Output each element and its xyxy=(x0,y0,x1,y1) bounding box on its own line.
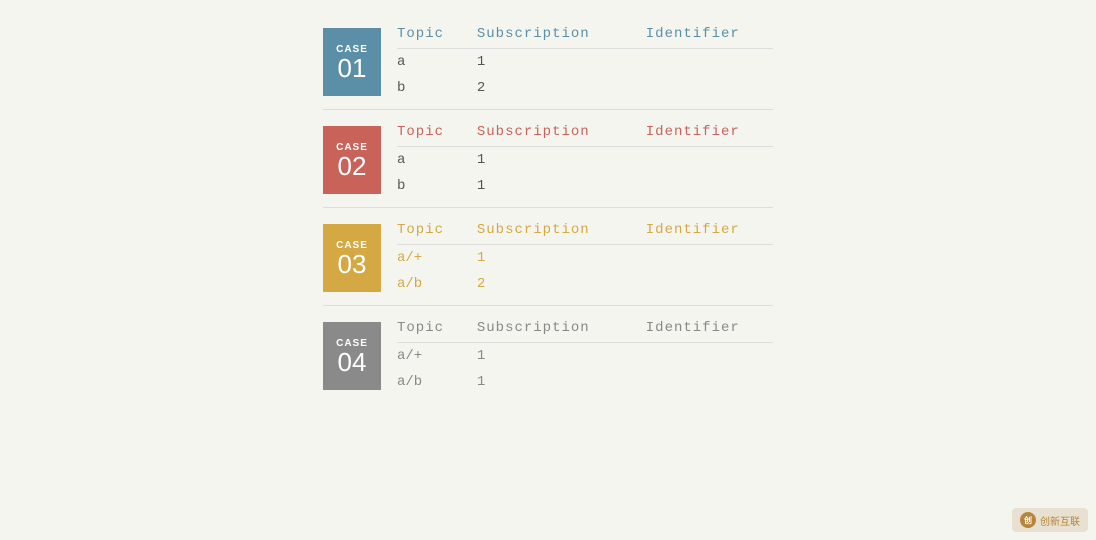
case-table-4: TopicSubscriptionIdentifiera/+1a/b1 xyxy=(397,314,773,395)
table-header-cell: Identifier xyxy=(646,118,773,147)
table-cell xyxy=(646,75,773,101)
table-header-cell: Topic xyxy=(397,118,477,147)
watermark-icon: 创 xyxy=(1020,512,1036,528)
table-cell: a/b xyxy=(397,271,477,297)
case-divider xyxy=(323,207,773,208)
table-cell xyxy=(646,245,773,272)
table-header-cell: Subscription xyxy=(477,20,646,49)
table-cell: 2 xyxy=(477,271,646,297)
table-cell: b xyxy=(397,173,477,199)
table-cell: 1 xyxy=(477,245,646,272)
table-cell: a/+ xyxy=(397,245,477,272)
watermark-symbol: 创 xyxy=(1024,515,1032,526)
case-divider xyxy=(323,109,773,110)
table-cell: 1 xyxy=(477,369,646,395)
table-cell: 1 xyxy=(477,343,646,370)
table-row: a1 xyxy=(397,49,773,76)
case-table-1: TopicSubscriptionIdentifiera1b2 xyxy=(397,20,773,101)
case-number-2: 02 xyxy=(338,153,367,179)
case-block-4: CASE04TopicSubscriptionIdentifiera/+1a/b… xyxy=(323,314,773,395)
table-row: a1 xyxy=(397,147,773,174)
table-cell: a/b xyxy=(397,369,477,395)
table-row: a/+1 xyxy=(397,245,773,272)
main-container: CASE01TopicSubscriptionIdentifiera1b2CAS… xyxy=(0,0,1096,415)
table-cell: a xyxy=(397,147,477,174)
table-header-cell: Topic xyxy=(397,216,477,245)
case-table-2: TopicSubscriptionIdentifiera1b1 xyxy=(397,118,773,199)
table-cell: b xyxy=(397,75,477,101)
case-divider xyxy=(323,305,773,306)
table-header-cell: Subscription xyxy=(477,118,646,147)
table-header-cell: Topic xyxy=(397,20,477,49)
table-row: b1 xyxy=(397,173,773,199)
case-block-3: CASE03TopicSubscriptionIdentifiera/+1a/b… xyxy=(323,216,773,297)
case-badge-2: CASE02 xyxy=(323,126,381,194)
table-header-cell: Identifier xyxy=(646,20,773,49)
table-cell: a xyxy=(397,49,477,76)
table-cell: 2 xyxy=(477,75,646,101)
table-cell: 1 xyxy=(477,49,646,76)
watermark: 创 创新互联 xyxy=(1012,508,1088,532)
table-row: a/b2 xyxy=(397,271,773,297)
case-number-4: 04 xyxy=(338,349,367,375)
table-header-cell: Subscription xyxy=(477,314,646,343)
table-cell xyxy=(646,343,773,370)
watermark-text: 创新互联 xyxy=(1040,513,1080,528)
table-header-cell: Identifier xyxy=(646,216,773,245)
case-badge-4: CASE04 xyxy=(323,322,381,390)
case-badge-3: CASE03 xyxy=(323,224,381,292)
table-cell: 1 xyxy=(477,147,646,174)
case-badge-1: CASE01 xyxy=(323,28,381,96)
table-cell xyxy=(646,369,773,395)
case-block-2: CASE02TopicSubscriptionIdentifiera1b1 xyxy=(323,118,773,199)
case-table-3: TopicSubscriptionIdentifiera/+1a/b2 xyxy=(397,216,773,297)
case-number-1: 01 xyxy=(338,55,367,81)
table-header-cell: Identifier xyxy=(646,314,773,343)
table-row: a/+1 xyxy=(397,343,773,370)
table-cell xyxy=(646,173,773,199)
table-cell: a/+ xyxy=(397,343,477,370)
table-header-cell: Subscription xyxy=(477,216,646,245)
table-cell xyxy=(646,271,773,297)
table-cell xyxy=(646,147,773,174)
case-block-1: CASE01TopicSubscriptionIdentifiera1b2 xyxy=(323,20,773,101)
table-header-cell: Topic xyxy=(397,314,477,343)
case-number-3: 03 xyxy=(338,251,367,277)
table-cell xyxy=(646,49,773,76)
table-row: b2 xyxy=(397,75,773,101)
table-cell: 1 xyxy=(477,173,646,199)
table-row: a/b1 xyxy=(397,369,773,395)
